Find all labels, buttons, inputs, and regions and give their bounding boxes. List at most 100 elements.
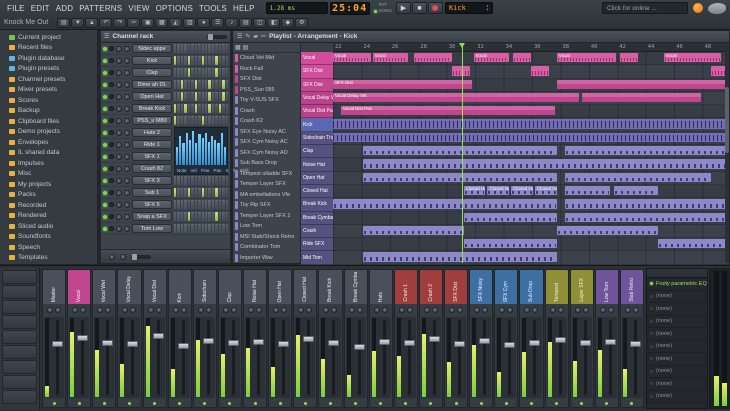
- step-cell[interactable]: [218, 188, 222, 197]
- step-cell[interactable]: [225, 56, 228, 65]
- track-lane[interactable]: [333, 238, 729, 252]
- mixer-strip-crash-2[interactable]: Crash 2: [418, 269, 443, 408]
- stop-button[interactable]: ■: [411, 2, 427, 14]
- strip-fader-handle[interactable]: [504, 342, 516, 349]
- strip-pan-knob[interactable]: [423, 307, 430, 313]
- channel-mute-button[interactable]: [109, 82, 114, 87]
- fx-slot-5[interactable]: (none): [647, 328, 707, 341]
- strip-fader-handle[interactable]: [428, 335, 440, 342]
- step-cell[interactable]: [187, 176, 191, 185]
- strip-fader-handle[interactable]: [127, 341, 139, 348]
- step-cell[interactable]: [184, 212, 187, 221]
- pattern-clip[interactable]: [333, 132, 729, 143]
- channel-mute-button[interactable]: [109, 46, 114, 51]
- track-name-button[interactable]: Noise Hat: [301, 158, 333, 172]
- mixer-dock-slot[interactable]: [2, 390, 37, 404]
- strip-fader-handle[interactable]: [454, 341, 465, 348]
- graph-tab-x[interactable]: X: [226, 168, 229, 173]
- strip-fader-handle[interactable]: [403, 339, 415, 346]
- strip-stereo-knob[interactable]: [582, 307, 589, 313]
- step-cell[interactable]: [208, 176, 211, 185]
- graph-bar[interactable]: [204, 132, 207, 165]
- step-cell[interactable]: [204, 44, 208, 53]
- mixer-strip-sidechain[interactable]: Sidechain: [192, 269, 217, 408]
- channel-volume-knob[interactable]: [124, 189, 130, 196]
- channel-mute-button[interactable]: [109, 70, 114, 75]
- strip-fader-handle[interactable]: [554, 337, 566, 344]
- step-cell[interactable]: [174, 116, 177, 125]
- graph-bar[interactable]: [217, 143, 220, 165]
- channel-volume-knob[interactable]: [124, 225, 130, 232]
- strip-pan-knob[interactable]: [574, 307, 581, 313]
- browser-item-speech[interactable]: Speech: [0, 242, 97, 253]
- channel-name-button[interactable]: Dime ah DL: [132, 80, 172, 89]
- step-cell[interactable]: [184, 56, 187, 65]
- pattern-clip[interactable]: [564, 172, 712, 182]
- step-cell[interactable]: [187, 44, 191, 53]
- channel-pan-knob[interactable]: [116, 177, 122, 184]
- rack-footer-knob[interactable]: [120, 253, 126, 260]
- step-cell[interactable]: [211, 176, 215, 185]
- step-cell[interactable]: [211, 200, 215, 209]
- step-cell[interactable]: [208, 68, 211, 77]
- step-cell[interactable]: [215, 224, 218, 233]
- mixer-dock-slot[interactable]: [2, 300, 37, 314]
- step-cell[interactable]: [208, 224, 211, 233]
- pattern-spinner-icon[interactable]: ▴ ▾: [486, 4, 489, 13]
- track-lane[interactable]: [333, 65, 729, 79]
- track-lane[interactable]: [333, 145, 729, 159]
- step-cell[interactable]: [204, 188, 208, 197]
- strip-mute-led[interactable]: [118, 399, 140, 407]
- step-cell[interactable]: [191, 56, 194, 65]
- playhead-marker[interactable]: [459, 43, 466, 263]
- browser-item-my-projects[interactable]: My projects: [0, 179, 97, 190]
- fx-slot-led[interactable]: [650, 307, 653, 311]
- strip-fader-handle[interactable]: [52, 341, 63, 348]
- fx-slot-6[interactable]: (none): [647, 341, 707, 353]
- track-lane[interactable]: [333, 131, 729, 146]
- picker-item-temper-layer-sfx[interactable]: Temper Layer SFX: [233, 179, 300, 190]
- channel-mute-button[interactable]: [109, 118, 114, 123]
- pattern-clip[interactable]: [333, 119, 729, 129]
- step-cell[interactable]: [208, 56, 211, 65]
- step-cell[interactable]: [184, 80, 187, 89]
- channel-enable-led[interactable]: [103, 154, 107, 159]
- channel-mute-button[interactable]: [109, 214, 114, 219]
- step-cell[interactable]: [201, 188, 204, 197]
- channel-name-button[interactable]: Break Kick: [132, 104, 172, 113]
- graph-bar[interactable]: [223, 147, 226, 165]
- channel-pan-knob[interactable]: [116, 105, 122, 112]
- browser-item-rendered[interactable]: Rendered: [0, 211, 97, 222]
- mixer-dock-slot[interactable]: [2, 285, 37, 299]
- pattern-clip[interactable]: [564, 212, 729, 222]
- strip-fader-handle[interactable]: [629, 341, 641, 348]
- step-cell[interactable]: [204, 176, 208, 185]
- step-cell[interactable]: [180, 44, 184, 53]
- menu-help[interactable]: HELP: [230, 4, 258, 13]
- step-cell[interactable]: [225, 224, 228, 233]
- browser-item-il-shared-data[interactable]: IL shared data: [0, 148, 97, 159]
- strip-fader-handle[interactable]: [328, 340, 340, 347]
- strip-stereo-knob[interactable]: [205, 307, 212, 313]
- step-cell[interactable]: [208, 116, 211, 125]
- fl-studio-logo-icon[interactable]: [693, 3, 703, 13]
- plugin-picker-icon[interactable]: ◆: [281, 17, 295, 28]
- loop-record-icon[interactable]: ●: [197, 17, 211, 28]
- step-cell[interactable]: [187, 56, 191, 65]
- strip-stereo-knob[interactable]: [356, 307, 363, 313]
- step-cell[interactable]: [201, 92, 204, 101]
- strip-mute-led[interactable]: [470, 399, 492, 407]
- strip-stereo-knob[interactable]: [381, 307, 388, 313]
- mixer-strip-hats[interactable]: Hats: [368, 269, 393, 408]
- channel-enable-led[interactable]: [103, 58, 107, 63]
- channel-pan-knob[interactable]: [116, 69, 122, 76]
- fx-slot-led[interactable]: [650, 344, 653, 348]
- pattern-clip[interactable]: [333, 199, 464, 209]
- mixer-strip-clap[interactable]: Clap: [217, 269, 242, 408]
- pattern-clip[interactable]: [414, 53, 452, 63]
- strip-stereo-knob[interactable]: [482, 307, 489, 313]
- step-cell[interactable]: [174, 224, 177, 233]
- strip-stereo-knob[interactable]: [406, 307, 413, 313]
- strip-fader-handle[interactable]: [479, 338, 491, 345]
- graph-bar[interactable]: [198, 134, 201, 165]
